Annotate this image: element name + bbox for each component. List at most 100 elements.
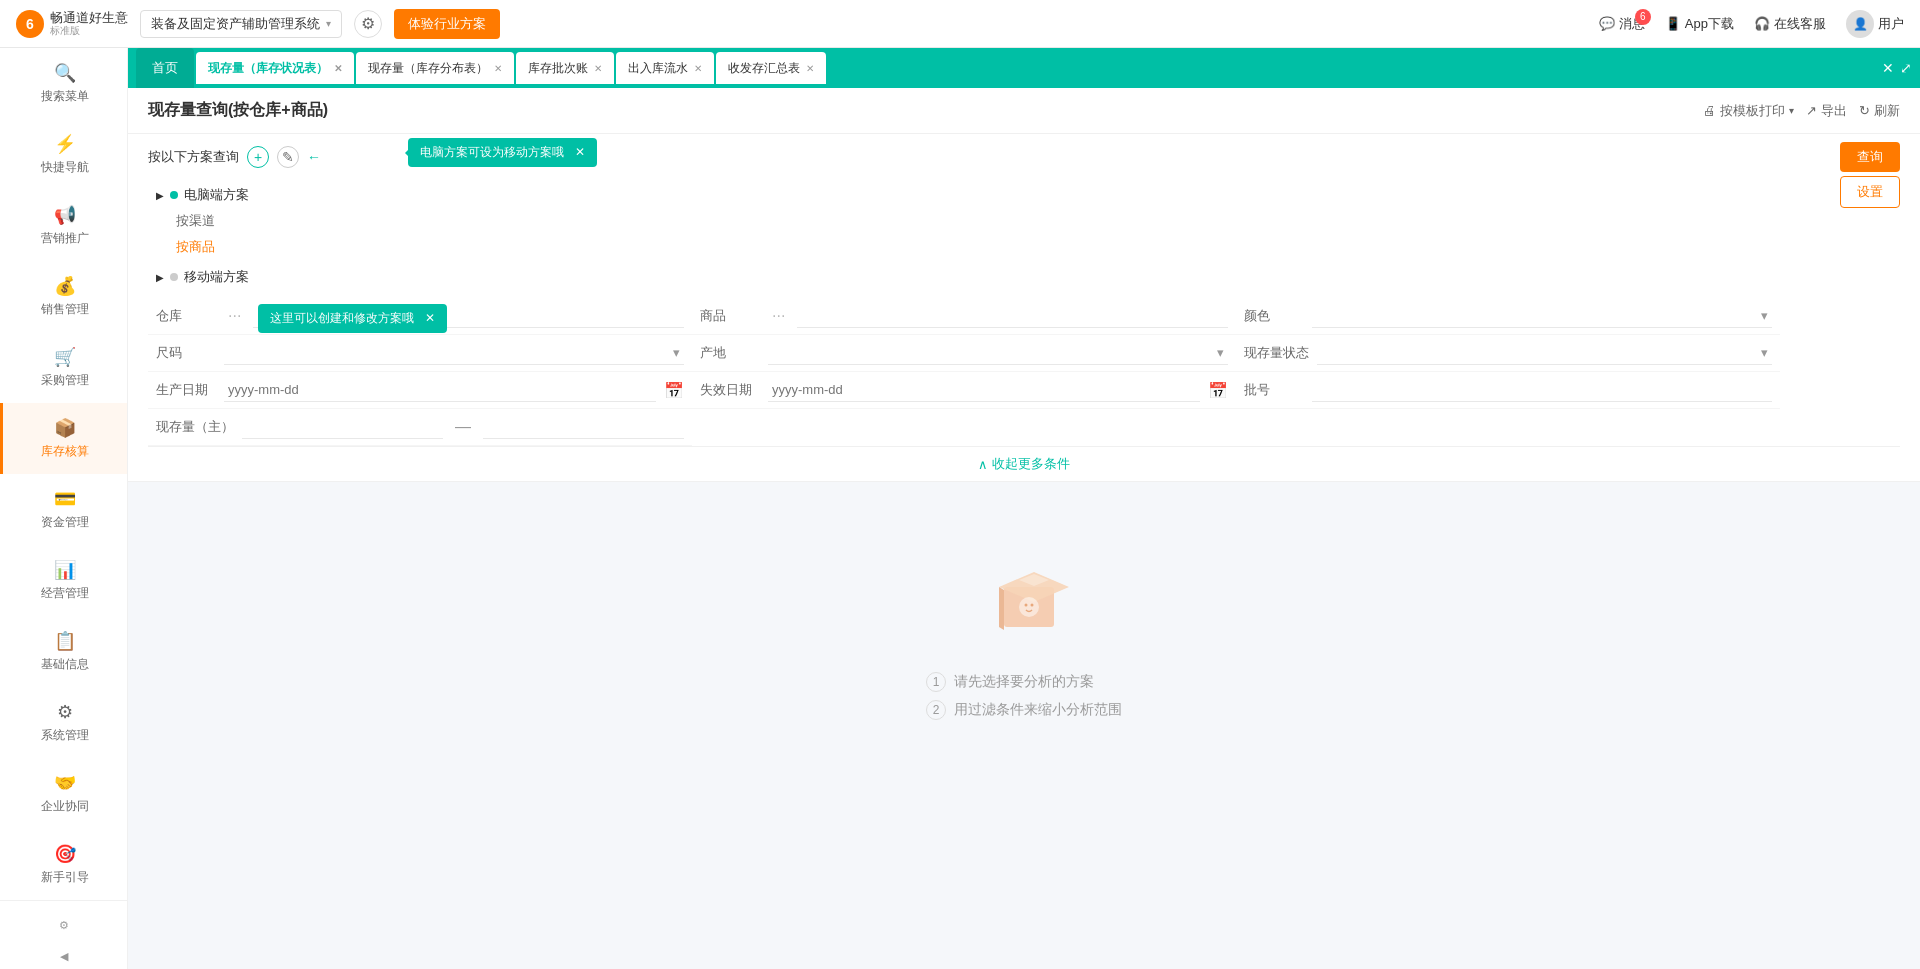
sidebar-item-sales[interactable]: 💰 销售管理 xyxy=(0,261,127,332)
warehouse-label: 仓库 xyxy=(156,307,216,325)
goods-dots[interactable]: ··· xyxy=(768,307,789,325)
expire-date-calendar-icon[interactable]: 📅 xyxy=(1208,381,1228,400)
stock-status-label: 现存量状态 xyxy=(1244,344,1309,362)
tab-flow[interactable]: 出入库流水 ✕ xyxy=(616,52,714,84)
tab-home[interactable]: 首页 xyxy=(136,48,194,88)
size-label: 尺码 xyxy=(156,344,216,362)
tab-inventory-dist[interactable]: 现存量（库存分布表） ✕ xyxy=(356,52,514,84)
system-selector[interactable]: 装备及固定资产辅助管理系统 ▾ xyxy=(140,10,342,38)
chevron-down-icon: ▶ xyxy=(156,190,164,201)
tab-summary[interactable]: 收发存汇总表 ✕ xyxy=(716,52,826,84)
stock-status-select[interactable]: ▾ xyxy=(1317,341,1772,365)
tab-close-4[interactable]: ✕ xyxy=(694,63,702,74)
page-title: 现存量查询(按仓库+商品) xyxy=(148,100,328,121)
scheme-group-desktop-label[interactable]: ▶ 电脑端方案 xyxy=(156,182,1900,208)
card-icon: 💳 xyxy=(54,488,76,510)
color-select[interactable]: ▾ xyxy=(1312,304,1772,328)
logo-text: 畅通道好生意 标准版 xyxy=(50,10,128,38)
batch-input[interactable] xyxy=(1312,378,1772,402)
notification-badge: 6 xyxy=(1635,9,1651,25)
stock-qty-max[interactable] xyxy=(483,415,684,439)
filter-area: 按以下方案查询 + ✎ ← 电脑方案可设为移动方案哦 ✕ xyxy=(128,134,1920,482)
headset-icon: 🎧 xyxy=(1754,16,1770,31)
sidebar-item-purchase[interactable]: 🛒 采购管理 xyxy=(0,332,127,403)
printer-icon: 🖨 xyxy=(1703,103,1716,118)
sidebar-item-inventory[interactable]: 📦 库存核算 xyxy=(0,403,127,474)
settings-icon-btn[interactable]: ⚙ xyxy=(354,10,382,38)
collapse-icon: ∧ xyxy=(978,457,988,472)
produce-date-start[interactable] xyxy=(224,378,656,402)
sidebar-item-guide[interactable]: 🎯 新手引导 xyxy=(0,829,127,900)
phone-icon: 📱 xyxy=(1665,16,1681,31)
reset-button[interactable]: 设置 xyxy=(1840,176,1900,208)
handshake-icon: 🤝 xyxy=(54,772,76,794)
search-button[interactable]: 查询 xyxy=(1840,142,1900,172)
tab-close-5[interactable]: ✕ xyxy=(806,63,814,74)
online-support-button[interactable]: 🎧 在线客服 xyxy=(1754,15,1826,33)
scheme-item-channel[interactable]: 按渠道 xyxy=(156,208,1900,234)
tab-close-1[interactable]: ✕ xyxy=(334,63,342,74)
filter-header: 按以下方案查询 + ✎ ← 电脑方案可设为移动方案哦 ✕ xyxy=(148,146,1900,168)
chevron-right-icon: ▶ xyxy=(156,272,164,283)
sidebar-item-system[interactable]: ⚙ 系统管理 xyxy=(0,687,127,758)
scheme-item-goods[interactable]: 按商品 xyxy=(156,234,1900,260)
cart-icon: 🛒 xyxy=(54,346,76,368)
scheme-tree: ▶ 电脑端方案 按渠道 按商品 xyxy=(148,178,1900,298)
empty-steps: 1 请先选择要分析的方案 2 用过滤条件来缩小分析范围 xyxy=(926,672,1122,720)
fullscreen-icon[interactable]: ⤢ xyxy=(1900,60,1912,76)
user-menu[interactable]: 👤 用户 xyxy=(1846,10,1904,38)
tab-inventory-status[interactable]: 现存量（库存状况表） ✕ xyxy=(196,52,354,84)
svg-point-5 xyxy=(1025,604,1028,607)
filter-cell-produce-date: 生产日期 📅 xyxy=(148,372,692,409)
page-actions: 🖨 按模板打印 ▾ ↗ 导出 ↻ 刷新 xyxy=(1703,102,1900,120)
industry-button[interactable]: 体验行业方案 xyxy=(394,9,500,39)
collapse-row[interactable]: ∧ 收起更多条件 xyxy=(148,446,1900,481)
logo-icon: 6 xyxy=(16,10,44,38)
gear-icon: ⚙ xyxy=(361,14,375,33)
filter-cell-expire-date: 失效日期 📅 xyxy=(692,372,1236,409)
app-download-button[interactable]: 📱 App下载 xyxy=(1665,15,1734,33)
size-select[interactable]: ▾ xyxy=(224,341,684,365)
sidebar-item-marketing[interactable]: 📢 营销推广 xyxy=(0,190,127,261)
warehouse-dots[interactable]: ··· xyxy=(224,307,245,325)
stock-qty-min[interactable] xyxy=(242,415,443,439)
filter-cell-batch: 批号 xyxy=(1236,372,1780,409)
box-icon: 📦 xyxy=(54,417,76,439)
bell-icon: 💬 xyxy=(1599,16,1615,31)
sidebar-item-search[interactable]: 🔍 搜索菜单 xyxy=(0,48,127,119)
sidebar-settings[interactable]: ⚙ xyxy=(0,909,127,942)
settings-icon: ⚙ xyxy=(59,919,69,932)
system-icon: ⚙ xyxy=(57,701,73,723)
money-icon: 💰 xyxy=(54,275,76,297)
tooltip-create-close[interactable]: ✕ xyxy=(425,311,435,325)
tooltip-scheme: 电脑方案可设为移动方案哦 ✕ xyxy=(408,138,597,167)
filter-add-button[interactable]: + xyxy=(247,146,269,168)
color-arrow-icon: ▾ xyxy=(1761,308,1768,323)
export-button[interactable]: ↗ 导出 xyxy=(1806,102,1847,120)
print-button[interactable]: 🖨 按模板打印 ▾ xyxy=(1703,102,1794,120)
produce-date-calendar-icon[interactable]: 📅 xyxy=(664,381,684,400)
sidebar-item-enterprise[interactable]: 🤝 企业协同 xyxy=(0,758,127,829)
sidebar-item-business[interactable]: 📊 经营管理 xyxy=(0,545,127,616)
filter-edit-button[interactable]: ✎ xyxy=(277,146,299,168)
tab-close-2[interactable]: ✕ xyxy=(494,63,502,74)
header-right: 💬 消息 6 📱 App下载 🎧 在线客服 👤 用户 xyxy=(1599,10,1904,38)
scheme-group-mobile-label[interactable]: ▶ 移动端方案 xyxy=(156,264,1900,290)
origin-select[interactable]: ▾ xyxy=(768,341,1228,365)
guide-icon: 🎯 xyxy=(54,843,76,865)
close-all-icon[interactable]: ✕ xyxy=(1882,60,1894,76)
refresh-button[interactable]: ↻ 刷新 xyxy=(1859,102,1900,120)
origin-arrow-icon: ▾ xyxy=(1217,345,1224,360)
svg-point-6 xyxy=(1031,604,1034,607)
tab-batch[interactable]: 库存批次账 ✕ xyxy=(516,52,614,84)
sidebar-toggle[interactable]: ◀ xyxy=(0,942,127,969)
tooltip-scheme-close[interactable]: ✕ xyxy=(575,145,585,159)
sidebar-item-quick-nav[interactable]: ⚡ 快捷导航 xyxy=(0,119,127,190)
refresh-icon: ↻ xyxy=(1859,103,1870,118)
sidebar-item-finance[interactable]: 💳 资金管理 xyxy=(0,474,127,545)
filter-back-button[interactable]: ← xyxy=(307,149,321,165)
expire-date-start[interactable] xyxy=(768,378,1200,402)
sidebar-item-basic-info[interactable]: 📋 基础信息 xyxy=(0,616,127,687)
tab-close-3[interactable]: ✕ xyxy=(594,63,602,74)
notification-button[interactable]: 💬 消息 6 xyxy=(1599,15,1645,33)
